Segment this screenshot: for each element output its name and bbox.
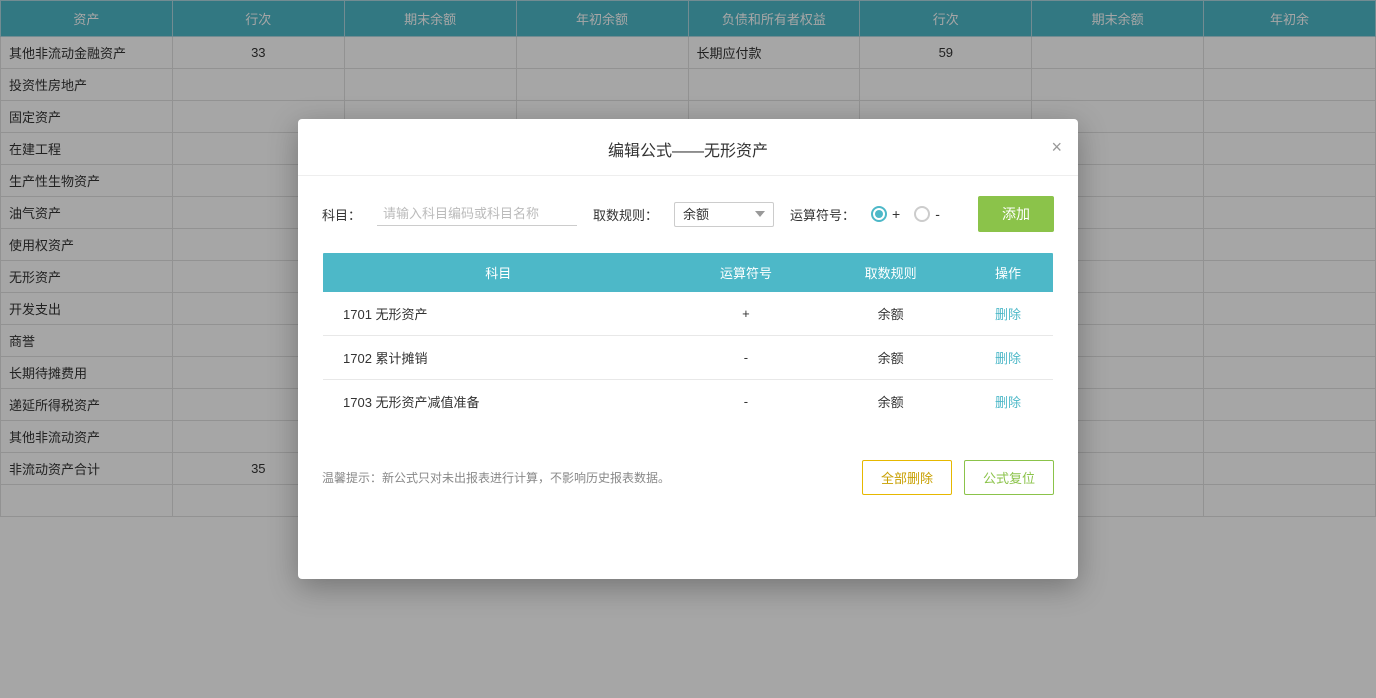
form-row: 科目： 取数规则： 余额 借方发生额 贷方发生额 运算符号： + [322, 196, 1054, 232]
operator-label: 运算符号： [790, 205, 855, 224]
table-header-rule: 取数规则 [818, 253, 963, 293]
edit-formula-modal: 编辑公式——无形资产 × 科目： 取数规则： 余额 借方发生额 贷方发生额 运算… [298, 119, 1078, 579]
formula-action: 删除 [963, 336, 1053, 380]
radio-plus-icon [871, 206, 887, 222]
radio-minus-icon [914, 206, 930, 222]
formula-subject: 1703 无形资产减值准备 [323, 380, 674, 424]
table-header-subject: 科目 [323, 253, 674, 293]
formula-row: 1702 累计摊销-余额 删除 [323, 336, 1054, 380]
formula-subject: 1701 无形资产 [323, 292, 674, 336]
formula-table: 科目 运算符号 取数规则 操作 1701 无形资产+余额删除1702 累计摊销-… [322, 252, 1054, 424]
footer-actions: 全部删除 公式复位 [862, 460, 1054, 495]
modal-body: 科目： 取数规则： 余额 借方发生额 贷方发生额 运算符号： + [298, 176, 1078, 444]
rule-select[interactable]: 余额 借方发生额 贷方发生额 [674, 202, 774, 227]
delete-all-button[interactable]: 全部删除 [862, 460, 952, 495]
modal-header: 编辑公式——无形资产 × [298, 119, 1078, 176]
formula-rule: 余额 [818, 292, 963, 336]
delete-link[interactable]: 删除 [995, 395, 1021, 410]
modal-title: 编辑公式——无形资产 [608, 137, 768, 161]
modal-footer: 温馨提示：新公式只对未出报表进行计算，不影响历史报表数据。 全部删除 公式复位 [298, 444, 1078, 511]
formula-operator: - [674, 380, 819, 424]
formula-action: 删除 [963, 292, 1053, 336]
delete-link[interactable]: 删除 [995, 351, 1021, 366]
add-button[interactable]: 添加 [978, 196, 1054, 232]
subject-label: 科目： [322, 205, 361, 224]
formula-row: 1701 无形资产+余额 删除 [323, 292, 1054, 336]
reset-button[interactable]: 公式复位 [964, 460, 1054, 495]
modal-overlay: 编辑公式——无形资产 × 科目： 取数规则： 余额 借方发生额 贷方发生额 运算… [0, 0, 1376, 698]
operator-minus-radio[interactable]: - [914, 206, 940, 222]
delete-link[interactable]: 删除 [995, 307, 1021, 322]
formula-row: 1703 无形资产减值准备-余额 删除 [323, 380, 1054, 424]
formula-operator: + [674, 292, 819, 336]
table-header-operator: 运算符号 [674, 253, 819, 293]
table-header-action: 操作 [963, 253, 1053, 293]
close-icon[interactable]: × [1051, 138, 1062, 156]
footer-tip: 温馨提示：新公式只对未出报表进行计算，不影响历史报表数据。 [322, 469, 670, 486]
formula-action: 删除 [963, 380, 1053, 424]
rule-label: 取数规则： [593, 205, 658, 224]
operator-radio-group: + - [871, 206, 940, 222]
operator-minus-label: - [935, 206, 940, 222]
formula-rule: 余额 [818, 380, 963, 424]
operator-plus-label: + [892, 206, 900, 222]
operator-plus-radio[interactable]: + [871, 206, 900, 222]
formula-operator: - [674, 336, 819, 380]
subject-input[interactable] [377, 202, 577, 226]
rule-select-wrap: 余额 借方发生额 贷方发生额 [674, 202, 774, 227]
formula-subject: 1702 累计摊销 [323, 336, 674, 380]
formula-rule: 余额 [818, 336, 963, 380]
